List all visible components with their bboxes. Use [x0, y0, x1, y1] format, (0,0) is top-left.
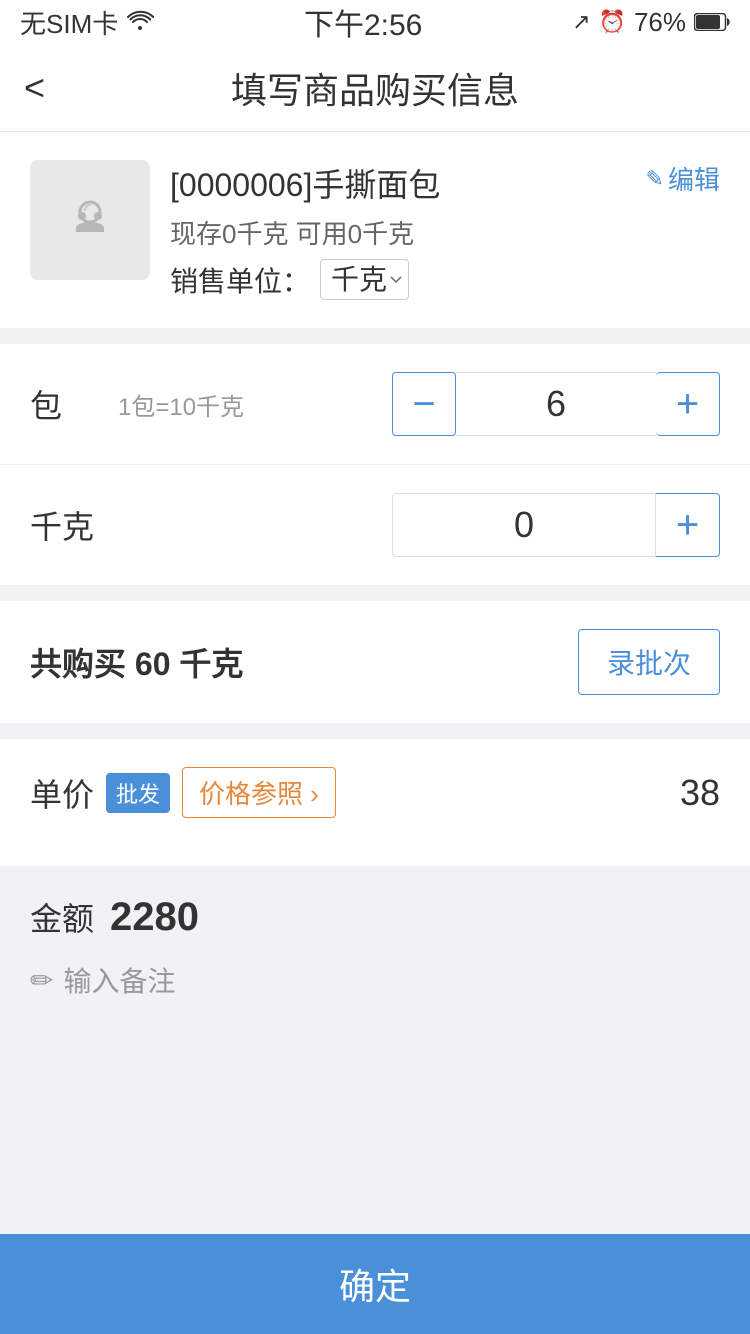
product-name: [0000006]手撕面包	[170, 160, 720, 206]
product-card: [0000006]手撕面包 现存0千克 可用0千克 销售单位： 千克 包 ✎ 编…	[0, 132, 750, 328]
product-image	[30, 160, 150, 280]
status-bar: 无SIM卡 下午2:56 ↗ ⏰ 76%	[0, 0, 750, 44]
bag-controls: − +	[392, 372, 720, 436]
kg-quantity-input[interactable]	[392, 493, 656, 557]
price-ref-button[interactable]: 价格参照 ›	[182, 767, 336, 818]
batch-button[interactable]: 录批次	[578, 629, 720, 695]
summary-row: 共购买 60 千克 录批次	[0, 601, 750, 723]
product-info: [0000006]手撕面包 现存0千克 可用0千克 销售单位： 千克 包	[170, 160, 720, 300]
edit-button[interactable]: ✎ 编辑	[646, 160, 720, 197]
status-right: ↗ ⏰ 76%	[572, 7, 730, 38]
confirm-button[interactable]: 确定	[0, 1234, 750, 1334]
page-spacer	[0, 1020, 750, 1220]
status-left: 无SIM卡	[20, 4, 154, 41]
bag-plus-button[interactable]: +	[656, 372, 720, 436]
kg-plus-button[interactable]: +	[656, 493, 720, 557]
battery-label: 76%	[634, 7, 686, 38]
carrier-label: 无SIM卡	[20, 4, 118, 41]
amount-label: 金额	[30, 894, 94, 940]
battery-icon	[694, 7, 730, 38]
batch-tag: 批发	[106, 773, 170, 813]
unit-select[interactable]: 千克 包	[320, 259, 409, 300]
note-placeholder: 输入备注	[63, 960, 175, 1000]
summary-text-content: 共购买 60 千克	[30, 646, 243, 682]
location-icon: ↗	[572, 9, 590, 35]
bag-quantity-input[interactable]	[456, 372, 656, 436]
kg-label: 千克	[30, 502, 392, 548]
note-row[interactable]: ✏ 输入备注	[30, 960, 720, 1000]
price-value: 38	[680, 772, 720, 814]
kg-quantity-row: 千克 +	[0, 465, 750, 585]
price-label: 单价	[30, 770, 94, 816]
unit-label: 销售单位：	[170, 260, 310, 300]
page-content: [0000006]手撕面包 现存0千克 可用0千克 销售单位： 千克 包 ✎ 编…	[0, 132, 750, 1334]
product-stock: 现存0千克 可用0千克	[170, 214, 720, 251]
edit-label: 编辑	[668, 160, 720, 197]
bag-minus-button[interactable]: −	[392, 372, 456, 436]
summary-text: 共购买 60 千克	[30, 639, 243, 685]
edit-icon: ✎	[646, 166, 664, 192]
status-time: 下午2:56	[304, 0, 422, 44]
kg-controls: +	[392, 493, 720, 557]
price-row: 单价 批发 价格参照 › 38	[30, 767, 720, 818]
quantity-section: 包 1包=10千克 − + 千克 +	[0, 344, 750, 585]
price-left: 单价 批发 价格参照 ›	[30, 767, 336, 818]
product-unit-row: 销售单位： 千克 包	[170, 259, 720, 300]
price-section: 单价 批发 价格参照 › 38	[0, 739, 750, 866]
page-title: 填写商品购买信息	[231, 62, 519, 114]
amount-value: 2280	[110, 895, 199, 940]
note-icon: ✏	[30, 964, 53, 997]
nav-bar: < 填写商品购买信息	[0, 44, 750, 132]
bag-hint: 1包=10千克	[118, 387, 392, 422]
alarm-icon: ⏰	[599, 9, 626, 35]
back-button[interactable]: <	[24, 67, 45, 109]
wifi-icon	[126, 7, 154, 38]
bag-label: 包	[30, 381, 110, 427]
amount-row: 金额 2280	[30, 894, 720, 940]
bag-quantity-row: 包 1包=10千克 − +	[0, 344, 750, 465]
amount-section: 金额 2280 ✏ 输入备注	[0, 866, 750, 1020]
